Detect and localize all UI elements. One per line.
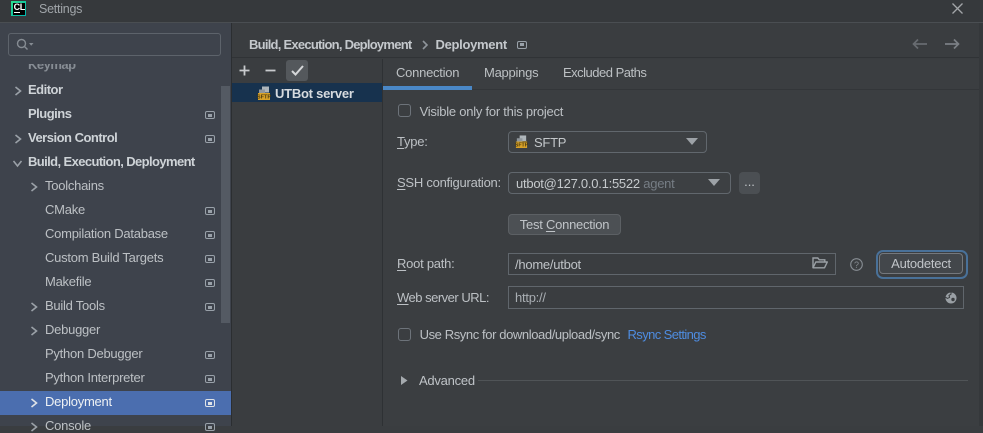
svg-text:SFTP: SFTP [257, 95, 271, 100]
svg-text:SFTP: SFTP [515, 143, 528, 148]
svg-text:?: ? [854, 259, 859, 269]
